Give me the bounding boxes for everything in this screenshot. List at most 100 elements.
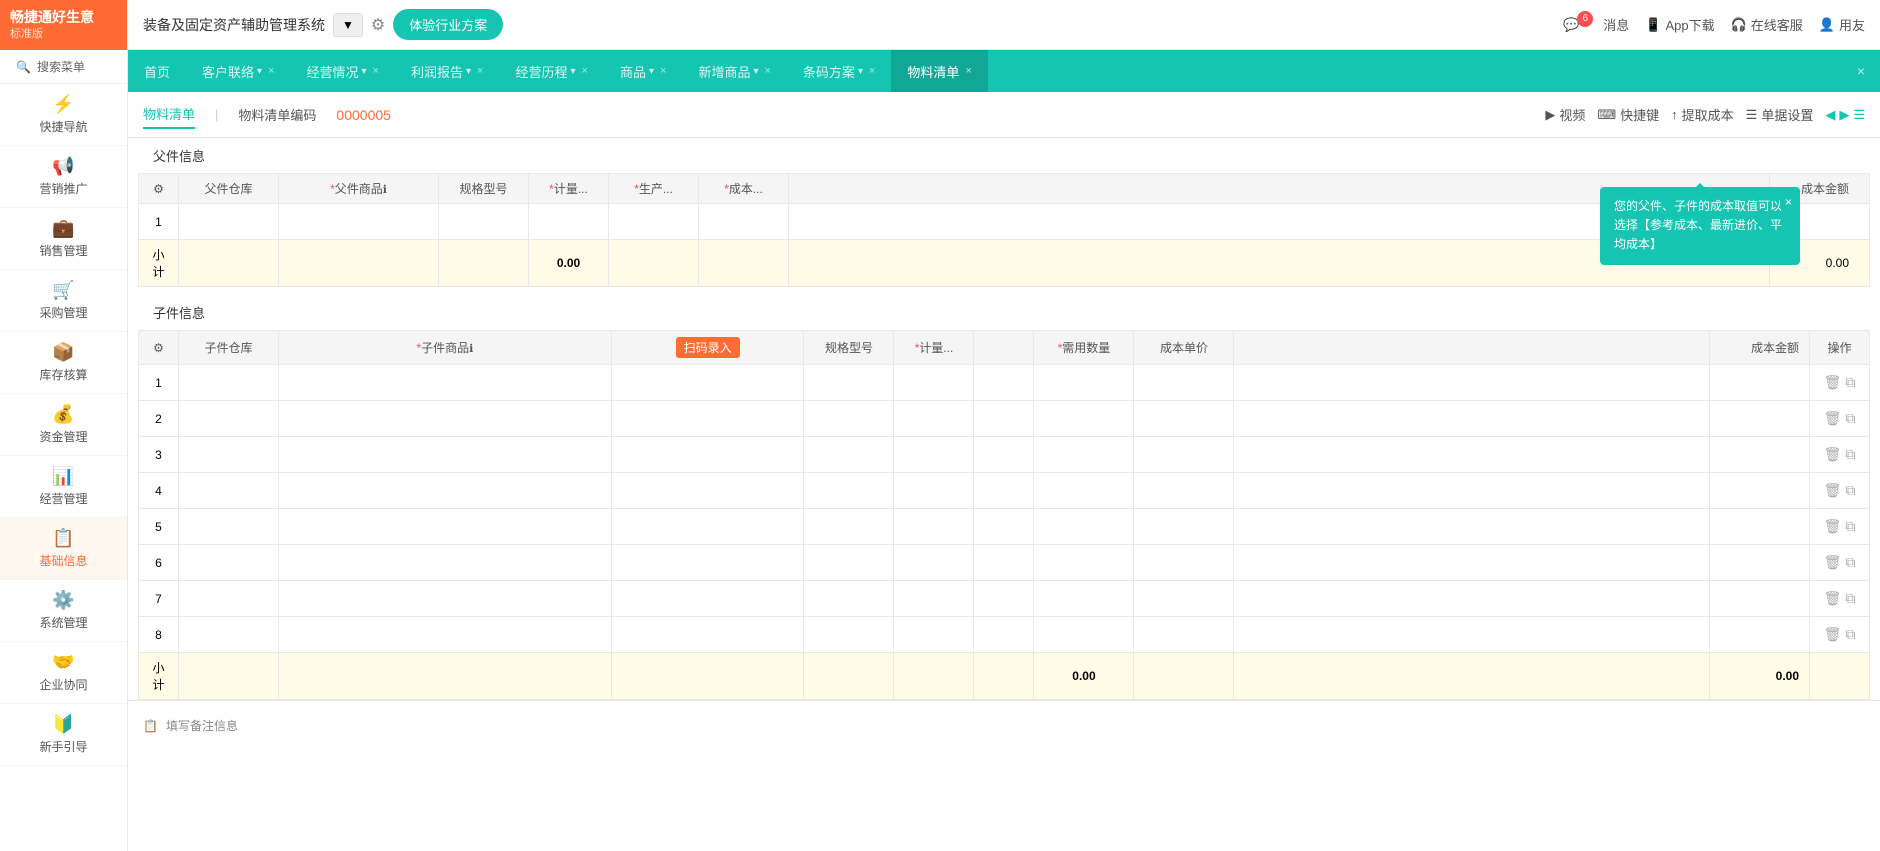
tab-profit[interactable]: 利润报告 ▾ × [395,50,499,92]
child-section-title: 子件信息 [138,295,1870,330]
search-menu[interactable]: 🔍 搜索菜单 [0,50,127,84]
marketing-icon: 📢 [52,156,74,177]
tab-bom[interactable]: 物料清单 × [891,50,987,92]
unit-cell[interactable] [894,365,974,401]
sidebar-item-system[interactable]: ⚙️ 系统管理 [0,580,127,642]
sidebar-item-operations[interactable]: 📊 经营管理 [0,456,127,518]
copy-icon[interactable]: ⧉ [1845,410,1855,427]
app-download-item[interactable]: 📱 App下载 [1645,15,1714,34]
tab-home[interactable]: 首页 [128,50,186,92]
needed-qty-cell[interactable] [1034,365,1134,401]
production-cell[interactable] [609,204,699,240]
nav-close-all-button[interactable]: × [1852,63,1870,79]
child-product-cell[interactable] [279,365,612,401]
sidebar-item-label: 基础信息 [39,552,87,569]
child-row-4: 4 🗑⧉ [139,473,1870,509]
child-warehouse-cell[interactable] [179,365,279,401]
copy-icon[interactable]: ⧉ [1845,374,1855,391]
experience-button[interactable]: 体验行业方案 [393,9,503,40]
setting-label: 单据设置 [1761,105,1813,124]
sub-tab-code[interactable]: 物料清单编码 [238,101,316,128]
gear-settings-icon[interactable]: ⚙ [371,15,385,35]
unit-price-cell[interactable] [1134,365,1234,401]
tooltip-close-button[interactable]: × [1785,193,1792,212]
sidebar-item-marketing[interactable]: 📢 营销推广 [0,146,127,208]
delete-icon[interactable]: 🗑 [1824,518,1842,535]
copy-icon[interactable]: ⧉ [1845,446,1855,463]
delete-icon[interactable]: 🗑 [1824,626,1842,643]
view-video-button[interactable]: ▶ 视频 [1545,105,1585,124]
delete-icon[interactable]: 🗑 [1824,590,1842,607]
sidebar-item-finance[interactable]: 💰 资金管理 [0,394,127,456]
spec-cell[interactable] [439,204,529,240]
online-service-item[interactable]: 🎧 在线客服 [1731,15,1803,34]
system-title: 装备及固定资产辅助管理系统 [143,15,325,35]
copy-icon[interactable]: ⧉ [1845,518,1855,535]
close-icon[interactable]: × [660,65,666,77]
sub-tab-bom[interactable]: 物料清单 [143,100,195,129]
child-row-8: 8 🗑⧉ [139,617,1870,653]
sidebar-item-inventory[interactable]: 📦 库存核算 [0,332,127,394]
prev-icon[interactable]: ◀ [1825,107,1835,123]
system-dropdown[interactable]: ▼ [333,13,363,37]
tab-profit-label: 利润报告 [411,62,463,81]
user-item[interactable]: 👤 用友 [1819,15,1865,34]
sidebar-item-guide[interactable]: 🔰 新手引导 [0,704,127,766]
action-icons: 🗑⧉ [1818,446,1861,463]
message-item[interactable]: 💬 6 消息 [1563,15,1629,34]
delete-icon[interactable]: 🗑 [1824,554,1842,571]
extract-cost-button[interactable]: ↑ 提取成本 [1671,105,1734,124]
bottom-bar: 📋 填写备注信息 [128,700,1880,750]
shortcut-button[interactable]: ⌨ 快捷键 [1597,105,1659,124]
copy-icon[interactable]: ⧉ [1845,554,1855,571]
close-icon[interactable]: × [373,65,379,77]
note-text[interactable]: 填写备注信息 [166,717,238,734]
th-scan: 扫码录入 [611,331,804,365]
note-icon: 📋 [143,719,158,733]
tab-new-goods[interactable]: 新增商品 ▾ × [682,50,786,92]
chevron-down-icon: ▾ [362,66,367,77]
close-icon[interactable]: × [582,65,588,77]
delete-icon[interactable]: 🗑 [1824,482,1842,499]
delete-icon[interactable]: 🗑 [1824,410,1842,427]
tab-customer[interactable]: 客户联络 ▾ × [186,50,290,92]
th-unit-price: 成本单价 [1134,331,1234,365]
tab-barcode[interactable]: 条码方案 ▾ × [787,50,891,92]
sidebar-item-enterprise[interactable]: 🤝 企业协同 [0,642,127,704]
parent-warehouse-cell[interactable] [179,204,279,240]
cost-cell[interactable] [699,204,789,240]
menu-list-icon[interactable]: ☰ [1853,107,1865,123]
single-setting-button[interactable]: ☰ 单据设置 [1746,105,1814,124]
close-icon[interactable]: × [869,65,875,77]
parent-product-cell[interactable] [279,204,439,240]
unit-cell[interactable] [529,204,609,240]
delete-icon[interactable]: 🗑 [1824,374,1842,391]
spec-cell[interactable] [804,365,894,401]
cost-amount-cell[interactable] [1710,365,1810,401]
tab-history[interactable]: 经营历程 ▾ × [499,50,603,92]
subtotal-empty2 [279,240,439,287]
th-cost: *成本... [699,174,789,204]
close-icon[interactable]: × [477,65,483,77]
next-icon[interactable]: ▶ [1839,107,1849,123]
sidebar-item-quick-nav[interactable]: ⚡ 快捷导航 [0,84,127,146]
tab-goods[interactable]: 商品 ▾ × [604,50,682,92]
search-icon: 🔍 [16,60,31,74]
tab-operations[interactable]: 经营情况 ▾ × [291,50,395,92]
nav-arrows: ◀ ▶ ☰ [1825,107,1865,123]
copy-icon[interactable]: ⧉ [1845,590,1855,607]
content-area: 物料清单 | 物料清单编码 0000005 ▶ 视频 ⌨ 快捷键 ↑ 提取成本 … [128,92,1880,851]
copy-icon[interactable]: ⧉ [1845,482,1855,499]
th-child-spec: 规格型号 [804,331,894,365]
scan-input-button[interactable]: 扫码录入 [676,337,740,358]
close-icon[interactable]: × [965,65,971,77]
sidebar-item-purchase[interactable]: 🛒 采购管理 [0,270,127,332]
close-icon[interactable]: × [764,65,770,77]
action-icons: 🗑⧉ [1818,410,1861,427]
tab-history-label: 经营历程 [515,62,567,81]
copy-icon[interactable]: ⧉ [1845,626,1855,643]
delete-icon[interactable]: 🗑 [1824,446,1842,463]
close-icon[interactable]: × [268,65,274,77]
sidebar-item-sales[interactable]: 💼 销售管理 [0,208,127,270]
sidebar-item-basic-info[interactable]: 📋 基础信息 [0,518,127,580]
